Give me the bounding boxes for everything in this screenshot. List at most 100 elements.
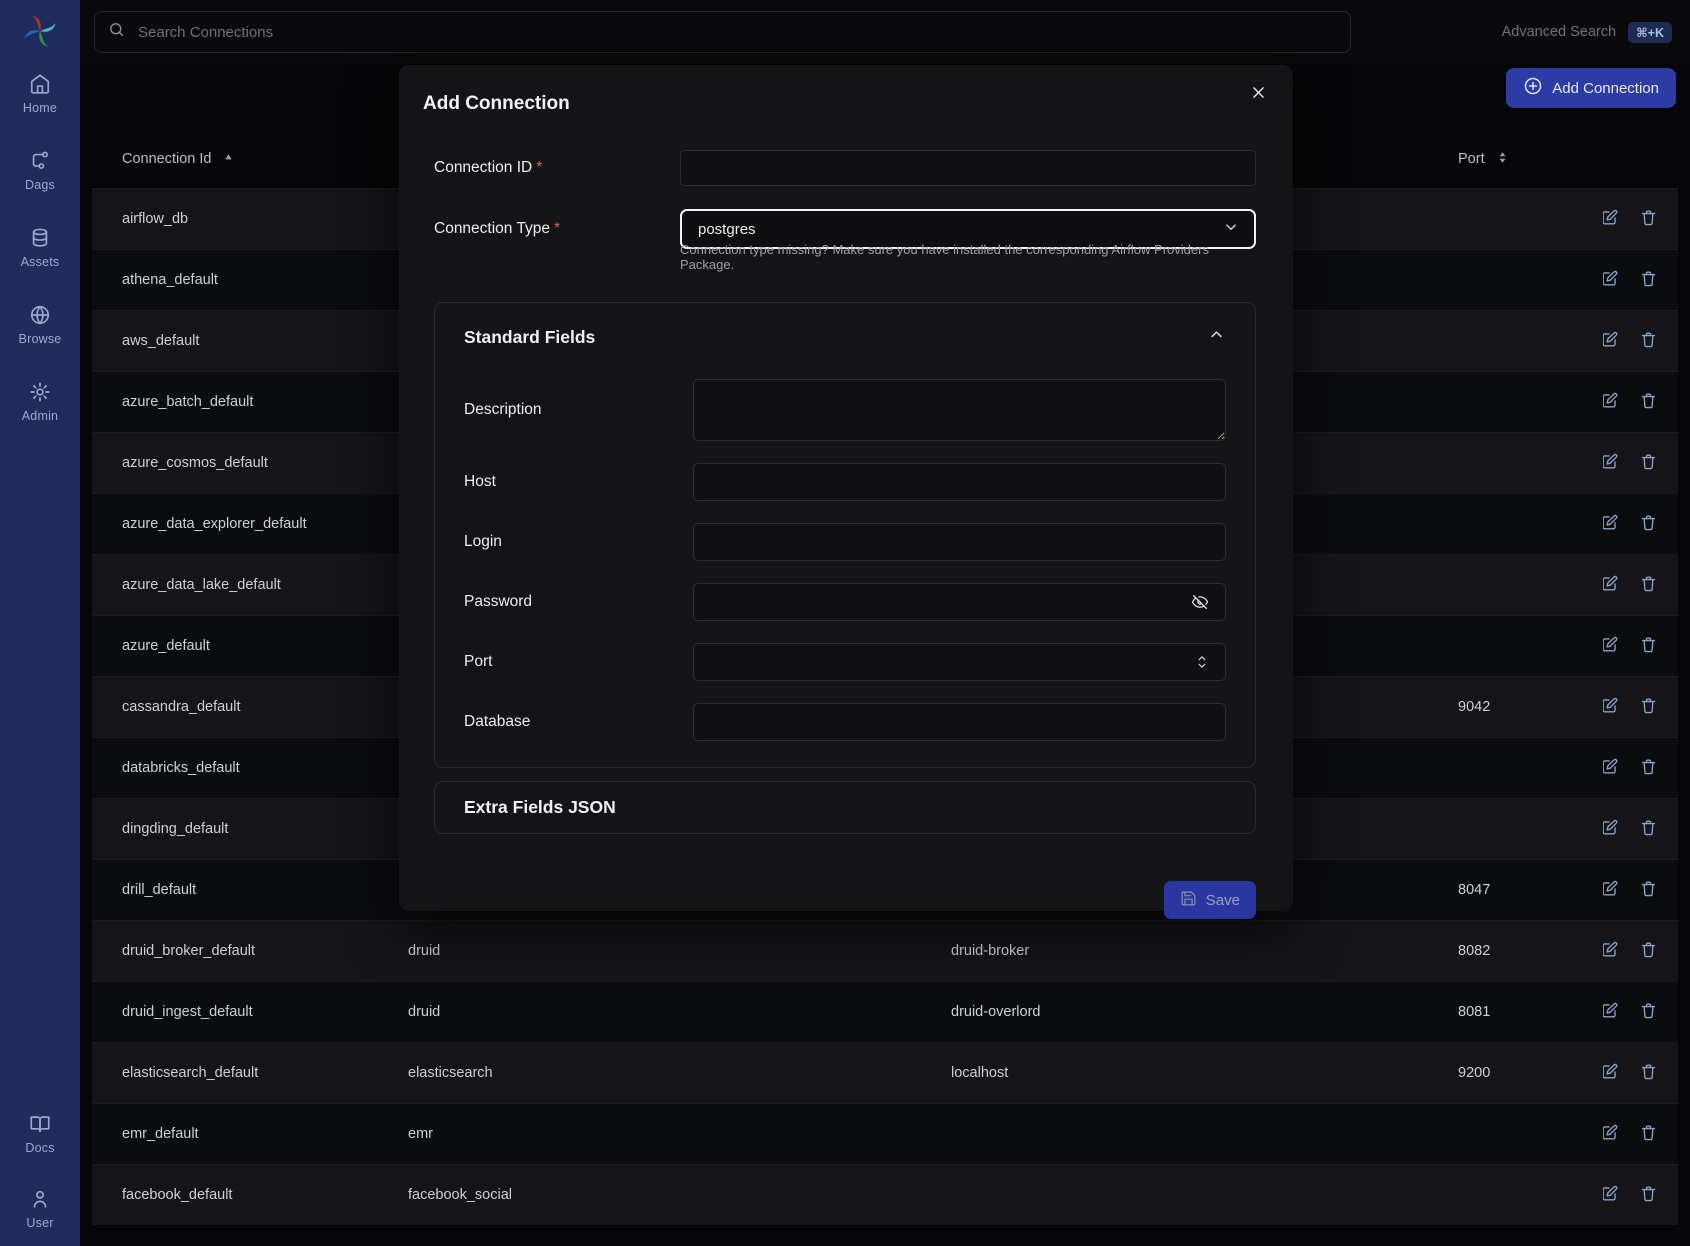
delete-connection-button[interactable]: [1639, 696, 1658, 718]
add-connection-label: Add Connection: [1552, 80, 1659, 97]
edit-connection-button[interactable]: [1603, 330, 1619, 352]
search-input[interactable]: [136, 23, 1337, 42]
trash-icon: [1639, 391, 1658, 413]
standard-field-row: Password: [464, 583, 1226, 621]
table-row[interactable]: facebook_default facebook_social: [92, 1164, 1678, 1225]
delete-connection-button[interactable]: [1639, 757, 1658, 779]
host-input[interactable]: [693, 463, 1226, 501]
edit-connection-button[interactable]: [1603, 1123, 1619, 1145]
delete-connection-button[interactable]: [1639, 635, 1658, 657]
edit-connection-button[interactable]: [1603, 879, 1619, 901]
trash-icon: [1639, 1001, 1658, 1023]
trash-icon: [1639, 879, 1658, 901]
standard-field-row: Port: [464, 643, 1226, 681]
sidebar-item-label: Admin: [22, 409, 58, 423]
close-modal-button[interactable]: [1244, 83, 1273, 105]
advanced-search-link[interactable]: Advanced Search: [1502, 24, 1616, 40]
save-label: Save: [1206, 892, 1240, 909]
edit-connection-button[interactable]: [1603, 391, 1619, 413]
delete-connection-button[interactable]: [1639, 879, 1658, 901]
save-button[interactable]: Save: [1164, 881, 1256, 919]
login-input[interactable]: [693, 523, 1226, 561]
edit-connection-button[interactable]: [1603, 696, 1619, 718]
sidebar-item-assets[interactable]: Assets: [21, 227, 60, 269]
table-row[interactable]: druid_broker_default druid druid-broker …: [92, 920, 1678, 981]
standard-fields-toggle[interactable]: Standard Fields: [464, 325, 1226, 349]
airflow-logo-icon[interactable]: [22, 13, 58, 49]
host-label: Host: [464, 473, 693, 491]
sidebar-footer-nav: Docs User: [25, 1113, 54, 1230]
table-row[interactable]: druid_ingest_default druid druid-overlor…: [92, 981, 1678, 1042]
search-box[interactable]: [94, 11, 1351, 53]
delete-connection-button[interactable]: [1639, 940, 1658, 962]
password-input[interactable]: [693, 583, 1226, 621]
trash-icon: [1639, 635, 1658, 657]
delete-connection-button[interactable]: [1639, 330, 1658, 352]
add-connection-button[interactable]: Add Connection: [1506, 68, 1676, 108]
delete-connection-button[interactable]: [1639, 208, 1658, 230]
sidebar-item-admin[interactable]: Admin: [22, 381, 58, 423]
edit-connection-button[interactable]: [1603, 1001, 1619, 1023]
description-input[interactable]: [693, 379, 1226, 441]
database-input[interactable]: [693, 703, 1226, 741]
edit-connection-button[interactable]: [1603, 1062, 1619, 1084]
cell-connection-id: azure_batch_default: [92, 394, 408, 410]
edit-connection-button[interactable]: [1603, 757, 1619, 779]
edit-connection-button[interactable]: [1603, 1184, 1619, 1206]
edit-connection-button[interactable]: [1603, 513, 1619, 535]
table-row[interactable]: emr_default emr: [92, 1103, 1678, 1164]
trash-icon: [1639, 818, 1658, 840]
delete-connection-button[interactable]: [1639, 513, 1658, 535]
edit-connection-button[interactable]: [1603, 208, 1619, 230]
delete-connection-button[interactable]: [1639, 818, 1658, 840]
column-header-port[interactable]: Port: [1458, 150, 1510, 169]
edit-icon: [1603, 940, 1619, 962]
cell-port: 9042: [1363, 699, 1603, 715]
connection-type-label: Connection Type*: [434, 220, 680, 238]
column-header-connection-id[interactable]: Connection Id: [122, 150, 236, 169]
edit-icon: [1603, 391, 1619, 413]
sidebar-item-user[interactable]: User: [26, 1188, 53, 1230]
cell-connection-id: azure_data_lake_default: [92, 577, 408, 593]
delete-connection-button[interactable]: [1639, 1184, 1658, 1206]
edit-connection-button[interactable]: [1603, 940, 1619, 962]
field-control: [693, 379, 1226, 441]
cell-host: localhost: [951, 1065, 1363, 1081]
delete-connection-button[interactable]: [1639, 269, 1658, 291]
browse-icon: [29, 304, 51, 326]
chevron-down-icon: [1222, 218, 1240, 240]
cell-port: 9200: [1363, 1065, 1603, 1081]
number-stepper[interactable]: [1189, 653, 1215, 671]
port-label: Port: [464, 653, 693, 671]
edit-connection-button[interactable]: [1603, 635, 1619, 657]
sidebar-item-browse[interactable]: Browse: [19, 304, 62, 346]
sidebar-item-docs[interactable]: Docs: [25, 1113, 54, 1155]
login-label: Login: [464, 533, 693, 551]
port-input[interactable]: [693, 643, 1226, 681]
delete-connection-button[interactable]: [1639, 574, 1658, 596]
delete-connection-button[interactable]: [1639, 391, 1658, 413]
extra-fields-toggle[interactable]: Extra Fields JSON: [434, 781, 1256, 834]
sidebar-item-dags[interactable]: Dags: [25, 150, 55, 192]
eye-off-icon[interactable]: [1185, 592, 1215, 612]
modal-title: Add Connection: [423, 93, 1256, 115]
delete-connection-button[interactable]: [1639, 1123, 1658, 1145]
delete-connection-button[interactable]: [1639, 452, 1658, 474]
standard-fields-section: Standard Fields Description Host Login P…: [434, 302, 1256, 768]
connection-id-input[interactable]: [680, 150, 1256, 186]
delete-connection-button[interactable]: [1639, 1001, 1658, 1023]
sidebar-item-home[interactable]: Home: [23, 73, 57, 115]
edit-connection-button[interactable]: [1603, 452, 1619, 474]
port-header-label: Port: [1458, 151, 1485, 167]
edit-connection-button[interactable]: [1603, 269, 1619, 291]
shortcut-badge[interactable]: ⌘+K: [1628, 22, 1672, 43]
table-row[interactable]: elasticsearch_default elasticsearch loca…: [92, 1042, 1678, 1103]
cell-connection-id: cassandra_default: [92, 699, 408, 715]
delete-connection-button[interactable]: [1639, 1062, 1658, 1084]
edit-connection-button[interactable]: [1603, 574, 1619, 596]
edit-connection-button[interactable]: [1603, 818, 1619, 840]
trash-icon: [1639, 452, 1658, 474]
cell-port: 8047: [1363, 882, 1603, 898]
trash-icon: [1639, 330, 1658, 352]
sidebar-item-label: Home: [23, 101, 57, 115]
